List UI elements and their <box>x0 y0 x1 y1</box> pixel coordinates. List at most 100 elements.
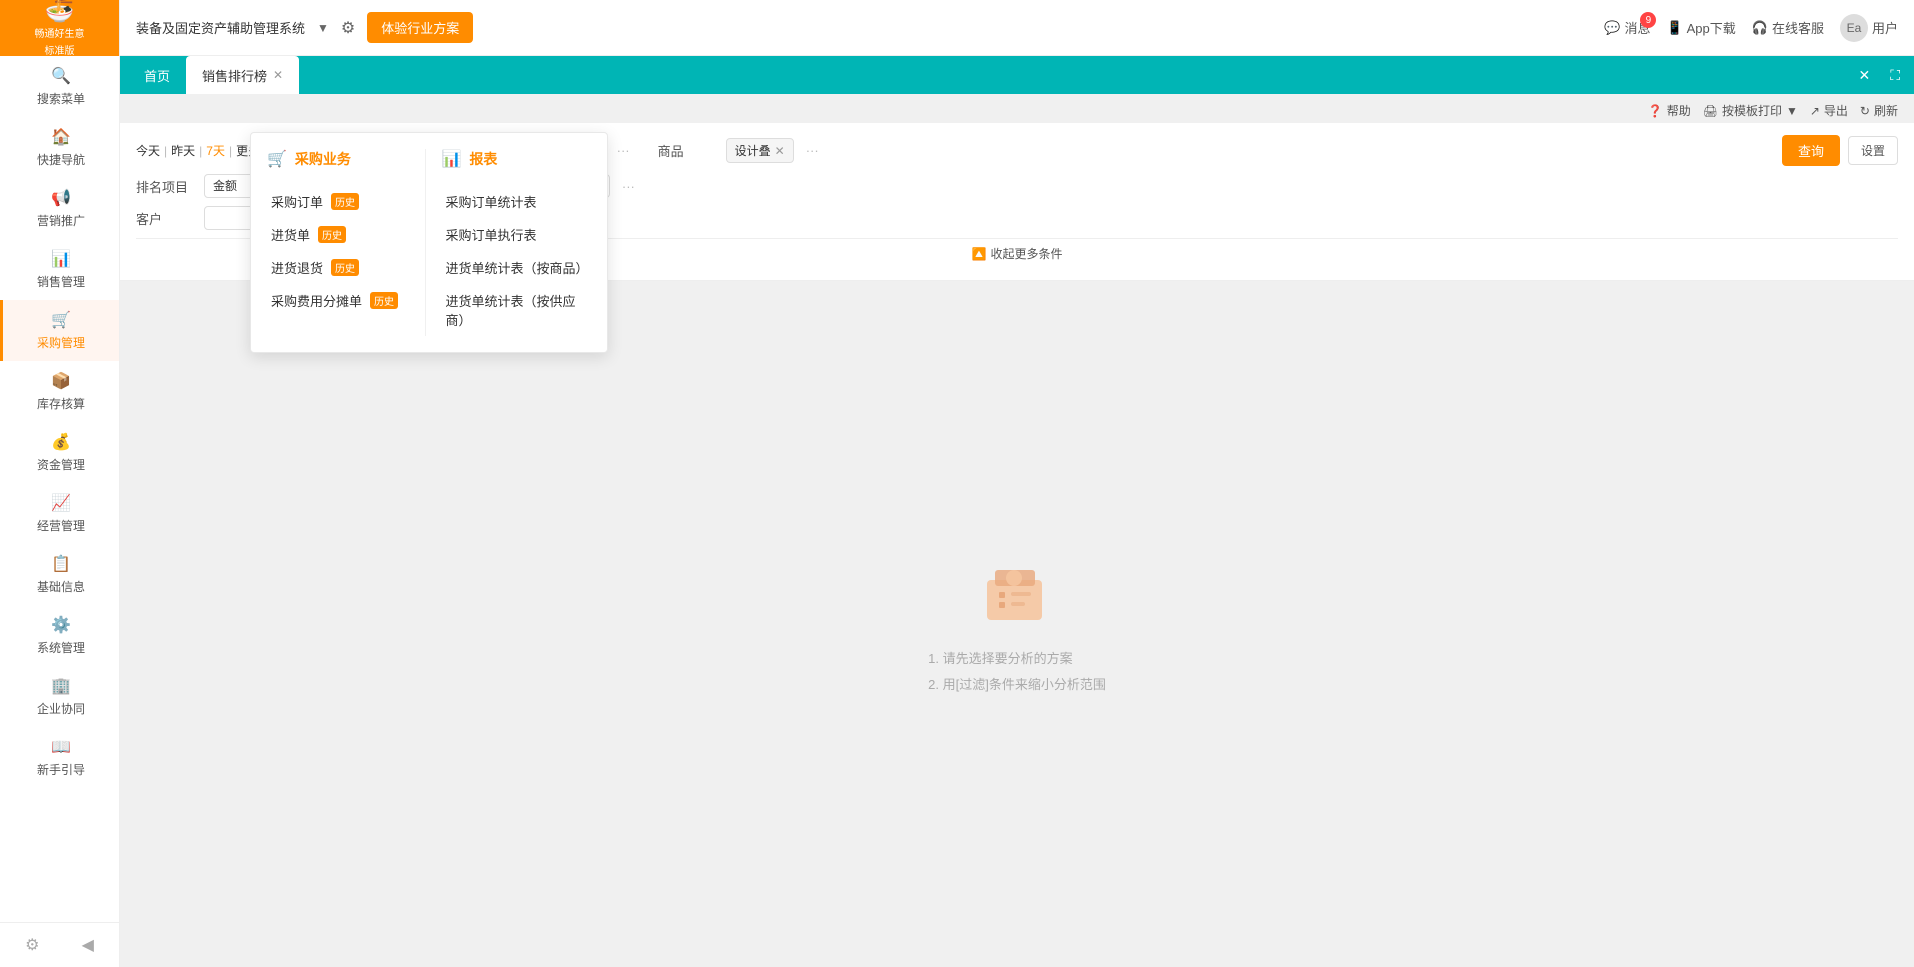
sidebar-icon-operations: 📈 <box>51 493 71 513</box>
logo-icon: 🍜 <box>45 0 75 23</box>
customer-label: 客户 <box>136 209 196 228</box>
sidebar-icon-marketing: 📢 <box>51 188 71 208</box>
sidebar-label-marketing: 营销推广 <box>37 212 85 229</box>
dropdown-col2-header: 📊 报表 <box>442 149 592 173</box>
print-icon: 🖨 <box>1703 104 1718 118</box>
sidebar-label-sales: 销售管理 <box>37 273 85 290</box>
tabbar-expand-btn[interactable]: ⛶ <box>1884 65 1906 86</box>
empty-tip-2: 用[过滤]条件来缩小分析范围 <box>928 672 1106 698</box>
salesperson-more[interactable]: ··· <box>622 179 635 194</box>
avatar: Ea <box>1840 14 1868 42</box>
sidebar-item-guide[interactable]: 📖新手引导 <box>0 727 119 788</box>
help-action[interactable]: ❓ 帮助 <box>1648 102 1691 119</box>
sidebar-item-enterprise[interactable]: 🏢企业协同 <box>0 666 119 727</box>
dropdown-col-reports: 📊 报表 采购订单统计表 采购订单执行表 进货单统计表（按商品） 进货单统计表（… <box>425 149 592 336</box>
dropdown-columns: 🛒 采购业务 采购订单 历史 进货单 历史 进货退货 历史 <box>267 149 591 336</box>
print-action[interactable]: 🖨 按模板打印 ▼ <box>1703 102 1798 119</box>
date-7days[interactable]: 7天 <box>206 142 225 159</box>
export-label: 导出 <box>1824 102 1848 119</box>
dropdown-item-in-stats-supplier[interactable]: 进货单统计表（按供应商） <box>442 284 592 336</box>
topbar-settings-icon[interactable]: ⚙ <box>341 18 355 38</box>
sidebar-label-guide: 新手引导 <box>37 761 85 778</box>
sidebar-item-finance[interactable]: 💰 资金管理 <box>0 422 119 483</box>
sidebar-settings-btn[interactable]: ⚙ <box>25 935 39 955</box>
dropdown-item-purchase-in[interactable]: 进货单 历史 <box>267 218 417 251</box>
purchase-col-label: 采购业务 <box>295 149 351 169</box>
goods-tag: 设计叠 ✕ <box>726 138 794 163</box>
filter-bar-right: 查询 设置 <box>1782 135 1898 166</box>
sidebar-item-sales[interactable]: 📊 销售管理 <box>0 239 119 300</box>
dropdown-item-order-detail[interactable]: 采购订单执行表 <box>442 218 592 251</box>
reports-col-label: 报表 <box>469 149 497 169</box>
dropdown-item-purchase-order[interactable]: 采购订单 历史 <box>267 185 417 218</box>
messages-action[interactable]: 💬 消息 9 <box>1604 18 1650 37</box>
sidebar-item-purchase[interactable]: 🛒采购管理 <box>0 300 119 361</box>
sidebar-label-finance: 资金管理 <box>37 456 85 473</box>
sidebar-item-inventory[interactable]: 📦库存核算 <box>0 361 119 422</box>
headset-icon: 🎧 <box>1752 20 1768 36</box>
sidebar-collapse-btn[interactable]: ◀ <box>82 935 94 955</box>
refresh-action[interactable]: ↻ 刷新 <box>1860 102 1898 119</box>
topbar-actions: 💬 消息 9 📱 App下载 🎧 在线客服 Ea 用户 <box>1604 14 1898 42</box>
sidebar-item-search[interactable]: 🔍搜索菜单 <box>0 56 119 117</box>
dropdown-item-purchase-expense[interactable]: 采购费用分摊单 历史 <box>267 284 417 317</box>
ranking-label: 排名项目 <box>136 177 196 196</box>
date-yesterday[interactable]: 昨天 <box>171 142 195 159</box>
sidebar-item-quicknav[interactable]: 🏠快捷导航 <box>0 117 119 178</box>
refresh-label: 刷新 <box>1874 102 1898 119</box>
export-action[interactable]: ↗ 导出 <box>1810 102 1848 119</box>
sidebar-item-marketing[interactable]: 📢 营销推广 <box>0 178 119 239</box>
message-badge: 9 <box>1640 12 1656 28</box>
tabbar: 首页 销售排行榜 ✕ ✕ ⛶ <box>120 56 1914 94</box>
tab-home[interactable]: 首页 <box>128 56 186 94</box>
sidebar-label-search: 搜索菜单 <box>37 90 85 107</box>
online-service-action[interactable]: 🎧 在线客服 <box>1752 18 1824 37</box>
sidebar-icon-quicknav: 🏠 <box>51 127 71 147</box>
tab-sales-rank[interactable]: 销售排行榜 ✕ <box>186 56 299 94</box>
purchase-return-history-badge: 历史 <box>331 259 359 276</box>
purchase-expense-label: 采购费用分摊单 <box>271 291 362 310</box>
sidebar-label-operations: 经营管理 <box>37 517 85 534</box>
query-btn[interactable]: 查询 <box>1782 135 1840 166</box>
sidebar-icon-finance: 💰 <box>51 432 71 452</box>
reports-col-icon: 📊 <box>442 149 462 169</box>
sidebar-nav: 🔍搜索菜单🏠快捷导航 📢 营销推广 📊 销售管理 🛒采购管理📦库存核算 💰 资金管理 📈 经营管理… <box>0 56 119 922</box>
goods-tag-close[interactable]: ✕ <box>775 144 785 158</box>
purchase-return-label: 进货退货 <box>271 258 323 277</box>
date-today[interactable]: 今天 <box>136 142 160 159</box>
purchase-order-label: 采购订单 <box>271 192 323 211</box>
purchase-in-history-badge: 历史 <box>318 226 346 243</box>
sidebar-label-basic: 基础信息 <box>37 578 85 595</box>
settings-btn[interactable]: 设置 <box>1848 136 1898 165</box>
dropdown-col-purchase: 🛒 采购业务 采购订单 历史 进货单 历史 进货退货 历史 <box>267 149 417 336</box>
app-download-action[interactable]: 📱 App下载 <box>1666 18 1735 37</box>
tab-close-icon[interactable]: ✕ <box>273 68 283 82</box>
logo-text: 畅通好生意 <box>35 25 85 40</box>
dropdown-item-purchase-return[interactable]: 进货退货 历史 <box>267 251 417 284</box>
sidebar: 🍜 畅通好生意 标准版 🔍搜索菜单🏠快捷导航 📢 营销推广 📊 销售管理 🛒采购管理📦库存… <box>0 0 120 967</box>
sidebar-icon-basic: 📋 <box>51 554 71 574</box>
sidebar-item-basic[interactable]: 📋 基础信息 <box>0 544 119 605</box>
content-area: ❓ 帮助 🖨 按模板打印 ▼ ↗ 导出 ↻ 刷新 今天 <box>120 94 1914 967</box>
order-stats-label: 采购订单统计表 <box>446 192 537 211</box>
print-dropdown-icon[interactable]: ▼ <box>1786 104 1798 118</box>
sidebar-item-system[interactable]: ⚙️系统管理 <box>0 605 119 666</box>
tab-home-label: 首页 <box>144 66 170 85</box>
dropdown-item-in-stats-goods[interactable]: 进货单统计表（按商品） <box>442 251 592 284</box>
topbar-dropdown-arrow[interactable]: ▼ <box>317 21 329 35</box>
sidebar-icon-system: ⚙️ <box>51 615 71 635</box>
goods-more[interactable]: ··· <box>806 143 819 158</box>
tabbar-close-btn[interactable]: ✕ <box>1852 65 1876 86</box>
sidebar-footer: ⚙ ◀ <box>0 922 119 967</box>
sidebar-icon-sales: 📊 <box>51 249 71 269</box>
logo-version: 标准版 <box>45 42 75 57</box>
phone-icon: 📱 <box>1666 20 1682 36</box>
industry-btn[interactable]: 体验行业方案 <box>367 12 473 43</box>
dropdown-item-order-stats[interactable]: 采购订单统计表 <box>442 185 592 218</box>
sidebar-label-purchase: 采购管理 <box>37 334 85 351</box>
user-action[interactable]: Ea 用户 <box>1840 14 1898 42</box>
sidebar-item-operations[interactable]: 📈 经营管理 <box>0 483 119 544</box>
order-status-more[interactable]: ··· <box>617 143 630 158</box>
goods-label: 商品 <box>658 141 718 160</box>
sidebar-icon-inventory: 📦 <box>51 371 71 391</box>
